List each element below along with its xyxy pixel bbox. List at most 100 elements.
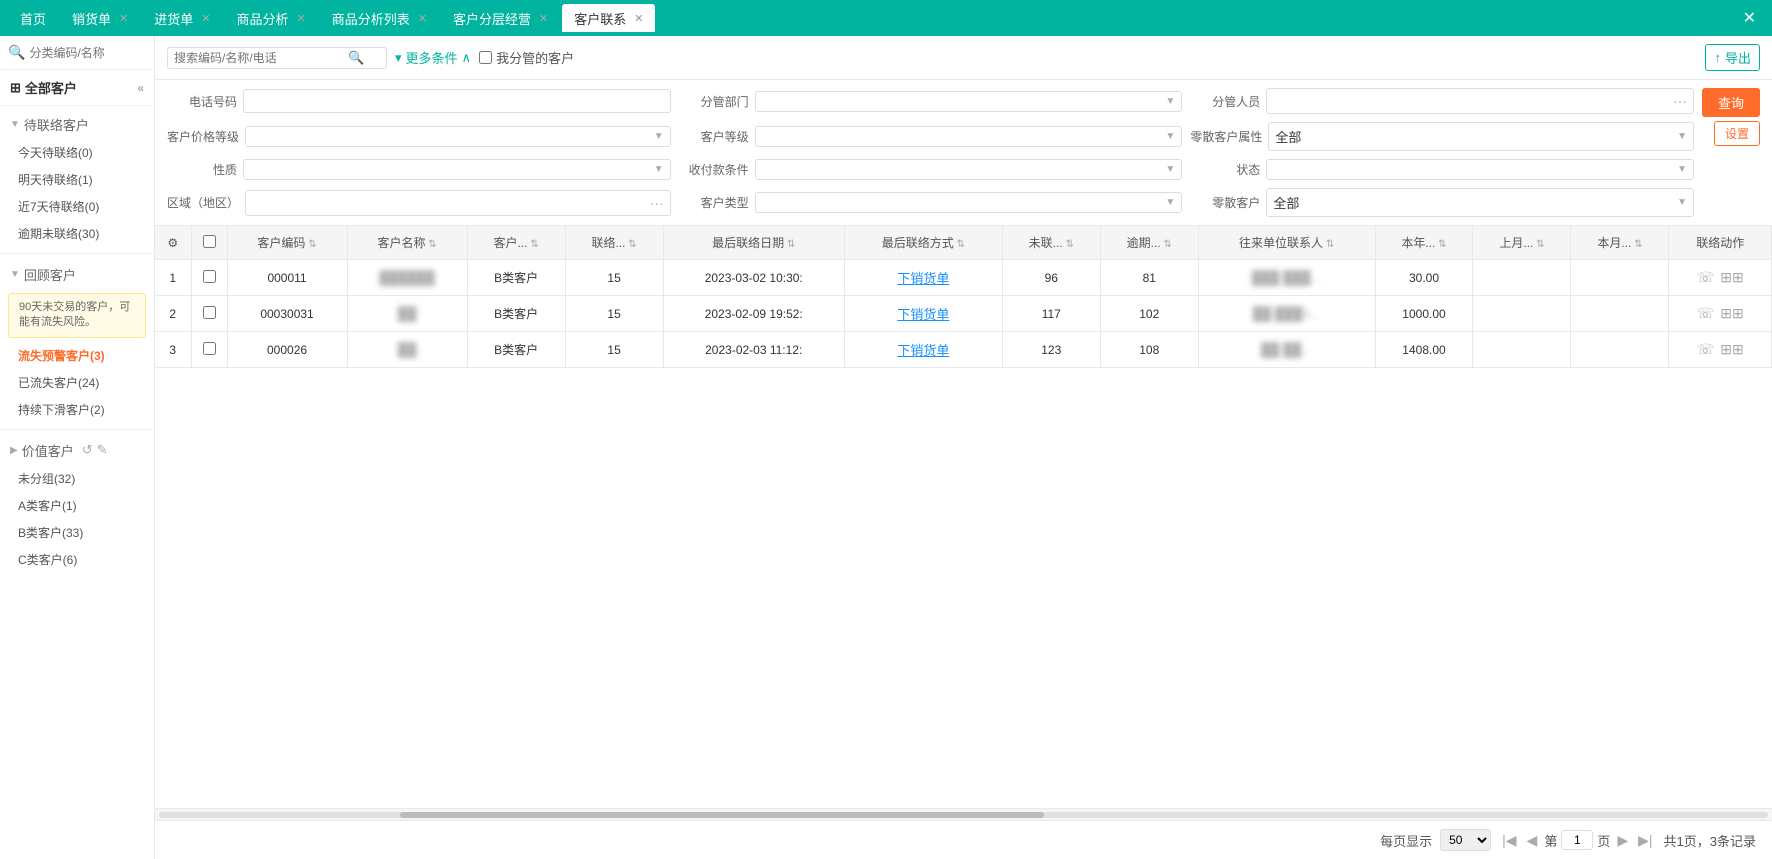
row-checkbox[interactable]	[203, 306, 216, 319]
collapse-sidebar-icon[interactable]: «	[137, 81, 144, 95]
col-last-contact-date[interactable]: 最后联络日期	[663, 226, 844, 260]
person-select[interactable]: ···	[1266, 88, 1694, 114]
sidebar-group-value-title[interactable]: ▶ 价值客户 ↺ ✎	[0, 436, 154, 465]
select-all-checkbox[interactable]	[203, 235, 216, 248]
col-checkbox[interactable]	[191, 226, 227, 260]
close-tab-icon[interactable]: ✕	[418, 12, 427, 25]
customer-grade-select[interactable]: ▼	[755, 126, 1183, 147]
col-this-year[interactable]: 本年...	[1375, 226, 1473, 260]
row-checkbox-cell[interactable]	[191, 296, 227, 332]
row-checkbox-cell[interactable]	[191, 332, 227, 368]
search-input[interactable]	[174, 51, 344, 65]
close-tab-icon[interactable]: ✕	[634, 12, 643, 25]
sidebar-item-today-pending[interactable]: 今天待联络(0)	[0, 139, 154, 166]
first-page-button[interactable]: |◀	[1499, 832, 1519, 849]
col-not-contacted[interactable]: 未联...	[1002, 226, 1100, 260]
scroll-thumb[interactable]	[400, 812, 1044, 818]
row-checkbox-cell[interactable]	[191, 260, 227, 296]
price-grade-select[interactable]: ▼	[245, 126, 671, 147]
retail-attr-select[interactable]: 全部 ▼	[1268, 122, 1694, 151]
nav-tab-home[interactable]: 首页	[8, 9, 58, 28]
sidebar-item-declining[interactable]: 持续下滑客户(2)	[0, 396, 154, 423]
sidebar-item-churned[interactable]: 已流失客户(24)	[0, 369, 154, 396]
customer-type-select[interactable]: ▼	[755, 192, 1183, 213]
contact-action-icon[interactable]: ☏	[1697, 341, 1715, 358]
col-name[interactable]: 客户名称	[347, 226, 467, 260]
horizontal-scrollbar[interactable]	[155, 808, 1772, 820]
sidebar-search-input[interactable]	[29, 46, 155, 60]
contact-action-icon[interactable]: ☏	[1697, 305, 1715, 322]
more-conditions-button[interactable]: ▾ 更多条件 ∧	[395, 48, 471, 67]
export-button[interactable]: ↑ 导出	[1705, 44, 1760, 71]
sidebar-item-churn-warning[interactable]: 流失预警客户(3)	[0, 342, 154, 369]
nav-tab-sales[interactable]: 销货单 ✕	[60, 4, 140, 32]
col-contact[interactable]: 联络...	[565, 226, 663, 260]
nav-tab-purchase[interactable]: 进货单 ✕	[142, 4, 222, 32]
filter-icon: ▾	[395, 50, 402, 66]
col-overdue[interactable]: 逾期...	[1100, 226, 1198, 260]
dept-select[interactable]: ▼	[755, 91, 1183, 112]
page-number-input[interactable]	[1561, 830, 1593, 850]
row-last-contact-method[interactable]: 下销货单	[844, 296, 1002, 332]
close-all-tabs-button[interactable]: ✕	[1735, 8, 1764, 28]
row-overdue: 108	[1100, 332, 1198, 368]
next-page-button[interactable]: ▶	[1614, 832, 1631, 849]
more-action-icon[interactable]: ⊞⊞	[1720, 305, 1743, 322]
sidebar-item-tomorrow-pending[interactable]: 明天待联络(1)	[0, 166, 154, 193]
row-code: 000026	[227, 332, 347, 368]
more-action-icon[interactable]: ⊞⊞	[1720, 341, 1743, 358]
col-last-month[interactable]: 上月...	[1473, 226, 1571, 260]
settings-button[interactable]: 设置	[1714, 121, 1760, 146]
per-page-select[interactable]: 50 100	[1440, 829, 1491, 851]
retail-customer-select[interactable]: 全部 ▼	[1266, 188, 1694, 217]
close-tab-icon[interactable]: ✕	[539, 12, 548, 25]
sidebar-group-review-title[interactable]: ▼ 回顾客户	[0, 260, 154, 289]
sidebar-item-7days-pending[interactable]: 近7天待联络(0)	[0, 193, 154, 220]
last-page-button[interactable]: ▶|	[1635, 832, 1655, 849]
more-action-icon[interactable]: ⊞⊞	[1720, 269, 1743, 286]
col-customer-type[interactable]: 客户...	[467, 226, 565, 260]
close-tab-icon[interactable]: ✕	[201, 12, 210, 25]
row-customer-type: B类客户	[467, 296, 565, 332]
query-button[interactable]: 查询	[1702, 88, 1760, 117]
sidebar-item-unclassified[interactable]: 未分组(32)	[0, 465, 154, 492]
nav-tab-customer-contact[interactable]: 客户联系 ✕	[562, 4, 655, 32]
row-checkbox[interactable]	[203, 342, 216, 355]
row-actions: ☏ ⊞⊞	[1669, 332, 1772, 368]
col-this-month[interactable]: 本月...	[1571, 226, 1669, 260]
nav-tab-customer-segment[interactable]: 客户分层经营 ✕	[441, 4, 560, 32]
row-last-contact-method[interactable]: 下销货单	[844, 332, 1002, 368]
status-select[interactable]: ▼	[1266, 159, 1694, 180]
sidebar-item-class-b[interactable]: B类客户(33)	[0, 519, 154, 546]
nav-tab-analysis[interactable]: 商品分析 ✕	[224, 4, 317, 32]
review-tooltip: 90天未交易的客户，可能有流失风险。	[8, 293, 146, 338]
sidebar-item-class-c[interactable]: C类客户(6)	[0, 546, 154, 573]
page-unit-label: 页	[1597, 831, 1610, 850]
close-tab-icon[interactable]: ✕	[119, 12, 128, 25]
region-select[interactable]: ···	[245, 190, 671, 216]
row-actions: ☏ ⊞⊞	[1669, 260, 1772, 296]
toolbar: 🔍 ▾ 更多条件 ∧ 我分管的客户 ↑ 导出	[155, 36, 1772, 80]
sidebar-group-pending-title[interactable]: ▼ 待联络客户	[0, 110, 154, 139]
close-tab-icon[interactable]: ✕	[297, 12, 306, 25]
phone-input[interactable]	[243, 89, 671, 113]
payment-select[interactable]: ▼	[755, 159, 1183, 180]
sidebar-item-class-a[interactable]: A类客户(1)	[0, 492, 154, 519]
nature-select[interactable]: ▼	[243, 159, 671, 180]
col-code[interactable]: 客户编码	[227, 226, 347, 260]
col-last-contact-method[interactable]: 最后联络方式	[844, 226, 1002, 260]
search-icon: 🔍	[348, 50, 364, 66]
col-contact-person[interactable]: 往来单位联系人	[1198, 226, 1375, 260]
sidebar-item-overdue-contact[interactable]: 逾期未联络(30)	[0, 220, 154, 247]
my-customers-checkbox[interactable]	[479, 51, 492, 64]
edit-icon[interactable]: ✎	[97, 442, 108, 458]
row-last-contact-method[interactable]: 下销货单	[844, 260, 1002, 296]
nav-tab-analysis-list[interactable]: 商品分析列表 ✕	[320, 4, 439, 32]
my-customers-checkbox-label[interactable]: 我分管的客户	[479, 48, 574, 67]
prev-page-button[interactable]: ◀	[1524, 832, 1541, 849]
col-settings[interactable]: ⚙	[155, 226, 191, 260]
scroll-track[interactable]	[159, 812, 1768, 818]
contact-action-icon[interactable]: ☏	[1697, 269, 1715, 286]
refresh-icon[interactable]: ↺	[82, 442, 93, 458]
row-checkbox[interactable]	[203, 270, 216, 283]
